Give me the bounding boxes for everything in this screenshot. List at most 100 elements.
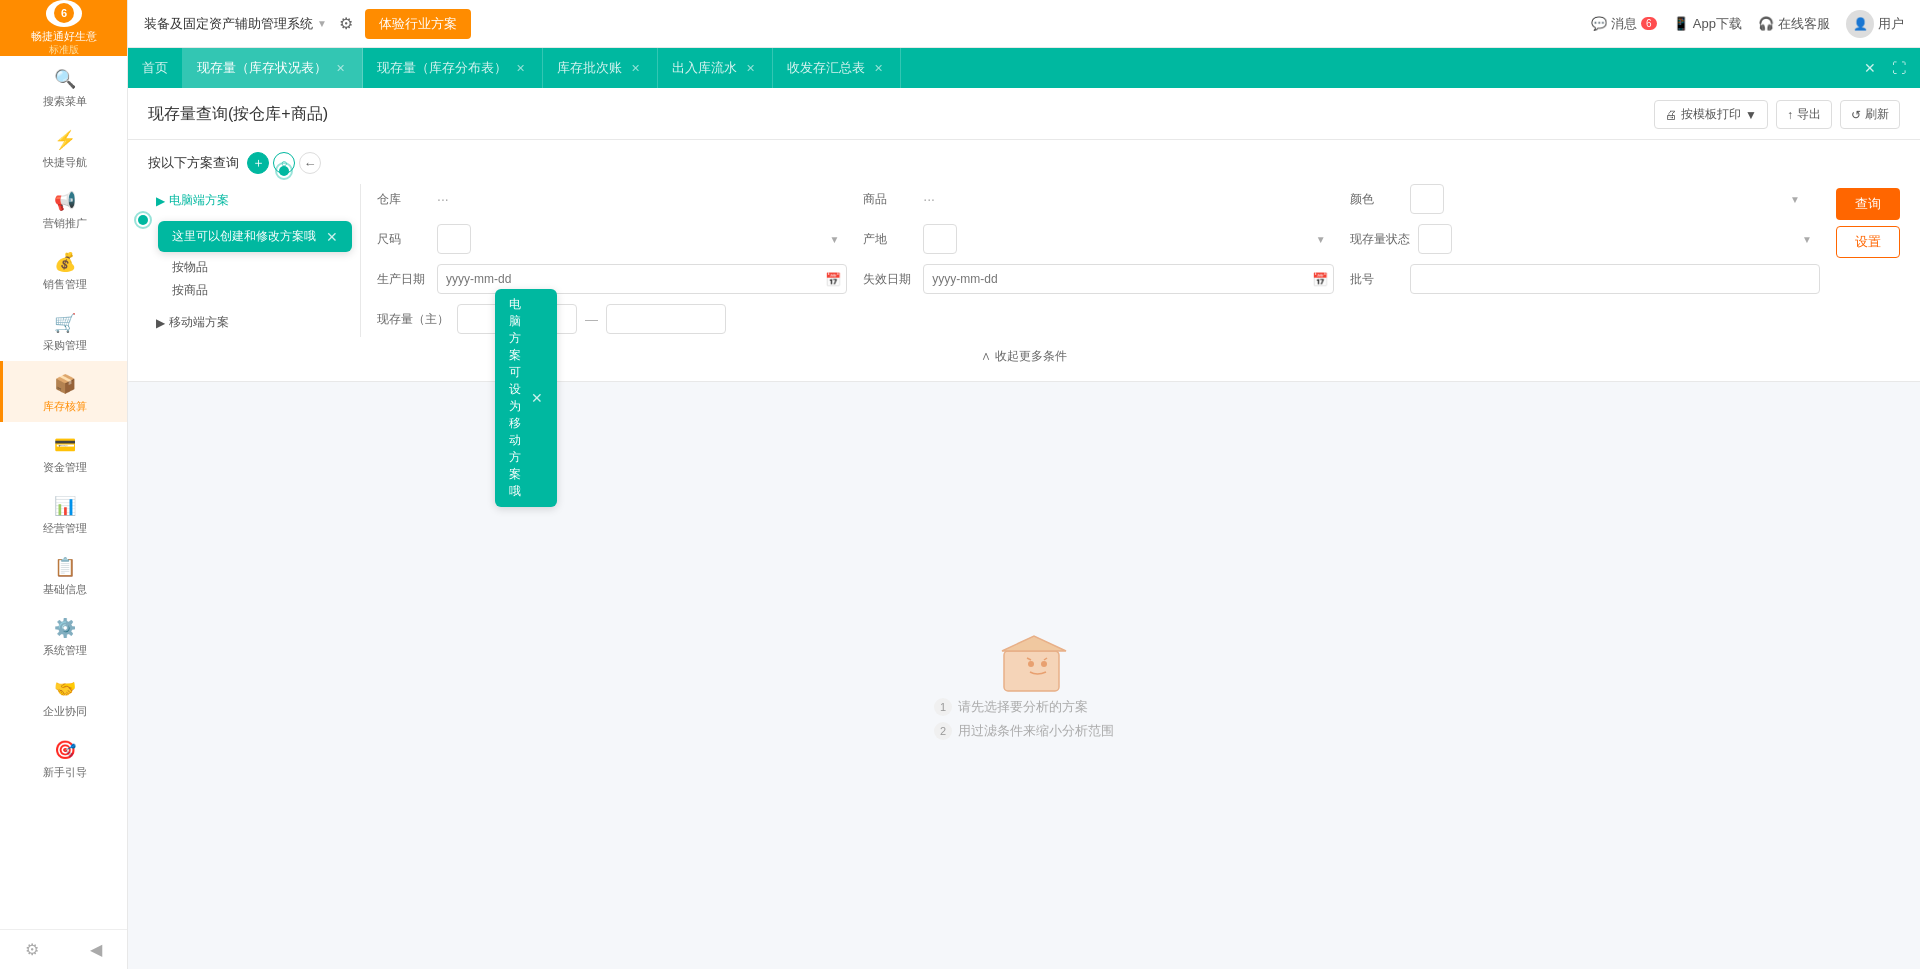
collapse-row[interactable]: ∧ 收起更多条件 xyxy=(148,340,1900,369)
scheme-leaf-shangpin[interactable]: 按商品 xyxy=(148,279,352,302)
sidebar-item-sales[interactable]: 💰 销售管理 xyxy=(0,239,127,300)
tab-inventory-dist-close[interactable]: ✕ xyxy=(513,61,528,76)
app-download-btn[interactable]: 📱 App下载 xyxy=(1673,15,1742,33)
expire-date-input[interactable] xyxy=(923,264,1333,294)
print-dropdown-arrow: ▼ xyxy=(1745,108,1757,122)
filter-field-origin: 产地 ▼ xyxy=(863,224,1333,254)
filter-field-size: 尺码 ▼ xyxy=(377,224,847,254)
page-actions: 🖨 按模板打印 ▼ ↑ 导出 ↺ 刷新 xyxy=(1654,100,1900,129)
sidebar-item-system[interactable]: ⚙️ 系统管理 xyxy=(0,605,127,666)
sidebar-label-finance: 资金管理 xyxy=(43,460,87,475)
sidebar-item-finance[interactable]: 💳 资金管理 xyxy=(0,422,127,483)
filter-fields-area: 仓库 ··· 商品 ··· 颜色 ▼ xyxy=(377,184,1820,340)
stock-status-select[interactable] xyxy=(1418,224,1452,254)
experience-button[interactable]: 体验行业方案 xyxy=(365,9,471,39)
message-icon: 💬 xyxy=(1591,16,1607,31)
message-badge: 6 xyxy=(1641,17,1657,30)
batch-label: 批号 xyxy=(1350,271,1402,288)
search-button[interactable]: 查询 xyxy=(1836,188,1900,220)
scheme-mobile-arrow: ▶ xyxy=(156,316,165,330)
tab-batch-ledger-close[interactable]: ✕ xyxy=(628,61,643,76)
message-label: 消息 xyxy=(1611,15,1637,33)
add-scheme-btn[interactable]: ＋ xyxy=(247,152,269,174)
brand-tag: 标准版 xyxy=(31,43,97,56)
collapse-sidebar-btn[interactable]: ◀ xyxy=(90,940,102,959)
scheme-leaf-wupin[interactable]: 按物品 xyxy=(148,256,352,279)
scheme-tree-area: ▶ 电脑端方案 这里可以创建和修改方案哦 ✕ xyxy=(148,184,361,337)
user-btn[interactable]: 👤 用户 xyxy=(1846,10,1904,38)
main-area: 装备及固定资产辅助管理系统 ▼ ⚙ 体验行业方案 💬 消息 6 📱 App下载 … xyxy=(128,0,1920,969)
page-title-row: 现存量查询(按仓库+商品) 🖨 按模板打印 ▼ ↑ 导出 ↺ 刷新 xyxy=(148,100,1900,129)
message-btn[interactable]: 💬 消息 6 xyxy=(1591,15,1657,33)
purchase-icon: 🛒 xyxy=(54,312,76,334)
filter-field-batch: 批号 xyxy=(1350,264,1820,294)
sidebar-item-marketing[interactable]: 📢 营销推广 xyxy=(0,178,127,239)
filter-field-stock-status: 现存量状态 ▼ xyxy=(1350,224,1820,254)
tab-fullscreen-btn[interactable]: ⛶ xyxy=(1886,56,1912,80)
warehouse-dots[interactable]: ··· xyxy=(437,191,449,207)
app-label: App下载 xyxy=(1693,15,1742,33)
finance-icon: 💳 xyxy=(54,434,76,456)
tooltip1-close-btn[interactable]: ✕ xyxy=(531,390,543,406)
online-support-btn[interactable]: 🎧 在线客服 xyxy=(1758,15,1830,33)
scheme-pc-arrow: ▶ xyxy=(156,194,165,208)
batch-input[interactable] xyxy=(1410,264,1820,294)
scheme-group-pc-label[interactable]: ▶ 电脑端方案 xyxy=(148,188,352,213)
tab-inventory-status[interactable]: 现存量（库存状况表） ✕ xyxy=(183,48,363,88)
tooltip2-area: 这里可以创建和修改方案哦 ✕ xyxy=(148,221,352,252)
filter-field-produce-date: 生产日期 📅 xyxy=(377,264,847,294)
user-avatar-icon: 👤 xyxy=(1853,17,1868,31)
color-select-wrap: ▼ xyxy=(1410,184,1808,214)
topbar-gear-button[interactable]: ⚙ xyxy=(335,10,357,37)
expire-date-calendar-icon[interactable]: 📅 xyxy=(1312,272,1328,287)
settings-footer-btn[interactable]: ⚙ xyxy=(25,940,39,959)
tab-home-label: 首页 xyxy=(142,59,168,77)
sidebar-label-search: 搜索菜单 xyxy=(43,94,87,109)
tooltip2-close-btn[interactable]: ✕ xyxy=(326,229,338,245)
export-button[interactable]: ↑ 导出 xyxy=(1776,100,1832,129)
sidebar-item-enterprise[interactable]: 🤝 企业协同 xyxy=(0,666,127,727)
system-name[interactable]: 装备及固定资产辅助管理系统 ▼ xyxy=(144,15,327,33)
tab-home[interactable]: 首页 xyxy=(128,48,183,88)
tab-close-all-btn[interactable]: ✕ xyxy=(1858,56,1882,80)
enterprise-icon: 🤝 xyxy=(54,678,76,700)
sidebar-item-quicknav[interactable]: ⚡ 快捷导航 xyxy=(0,117,127,178)
color-select[interactable] xyxy=(1410,184,1444,214)
tab-inventory-dist[interactable]: 现存量（库存分布表） ✕ xyxy=(363,48,543,88)
sidebar-item-search[interactable]: 🔍 搜索菜单 xyxy=(0,56,127,117)
tab-receive-summary-close[interactable]: ✕ xyxy=(871,61,886,76)
filter-field-goods: 商品 ··· xyxy=(863,184,1333,214)
tab-receive-summary[interactable]: 收发存汇总表 ✕ xyxy=(773,48,901,88)
stock-range-dash: — xyxy=(585,312,598,327)
print-button[interactable]: 🖨 按模板打印 ▼ xyxy=(1654,100,1768,129)
tab-io-flow-close[interactable]: ✕ xyxy=(743,61,758,76)
sidebar-item-purchase[interactable]: 🛒 采购管理 xyxy=(0,300,127,361)
stock-max-input[interactable] xyxy=(606,304,726,334)
empty-illustration xyxy=(984,606,1064,686)
size-select-wrap: ▼ xyxy=(437,224,847,254)
goods-dots[interactable]: ··· xyxy=(923,191,935,207)
reset-button[interactable]: 设置 xyxy=(1836,226,1900,258)
topbar-system: 装备及固定资产辅助管理系统 ▼ ⚙ 体验行业方案 xyxy=(144,9,1579,39)
tab-inventory-status-close[interactable]: ✕ xyxy=(333,61,348,76)
filter-row3: 生产日期 📅 失效日期 📅 xyxy=(377,264,1820,294)
sidebar-item-inventory[interactable]: 📦 库存核算 xyxy=(0,361,127,422)
sidebar-item-newguide[interactable]: 🎯 新手引导 xyxy=(0,727,127,788)
refresh-button[interactable]: ↺ 刷新 xyxy=(1840,100,1900,129)
topbar-right: 💬 消息 6 📱 App下载 🎧 在线客服 👤 用户 xyxy=(1591,10,1904,38)
sidebar-item-basicinfo[interactable]: 📋 基础信息 xyxy=(0,544,127,605)
scheme-group-mobile-label[interactable]: ▶ 移动端方案 xyxy=(148,310,352,335)
size-select[interactable] xyxy=(437,224,471,254)
sidebar-label-inventory: 库存核算 xyxy=(43,399,87,414)
svg-point-4 xyxy=(1028,661,1034,667)
scheme-tooltip1: 电脑方案可设为移动方案哦 ✕ xyxy=(495,289,557,507)
topbar: 装备及固定资产辅助管理系统 ▼ ⚙ 体验行业方案 💬 消息 6 📱 App下载 … xyxy=(128,0,1920,48)
origin-select[interactable] xyxy=(923,224,957,254)
inventory-icon: 📦 xyxy=(54,373,76,395)
back-btn[interactable]: ← xyxy=(299,152,321,174)
produce-date-calendar-icon[interactable]: 📅 xyxy=(825,272,841,287)
tab-batch-ledger[interactable]: 库存批次账 ✕ xyxy=(543,48,658,88)
sidebar-item-operations[interactable]: 📊 经营管理 xyxy=(0,483,127,544)
operations-icon: 📊 xyxy=(54,495,76,517)
tab-io-flow[interactable]: 出入库流水 ✕ xyxy=(658,48,773,88)
